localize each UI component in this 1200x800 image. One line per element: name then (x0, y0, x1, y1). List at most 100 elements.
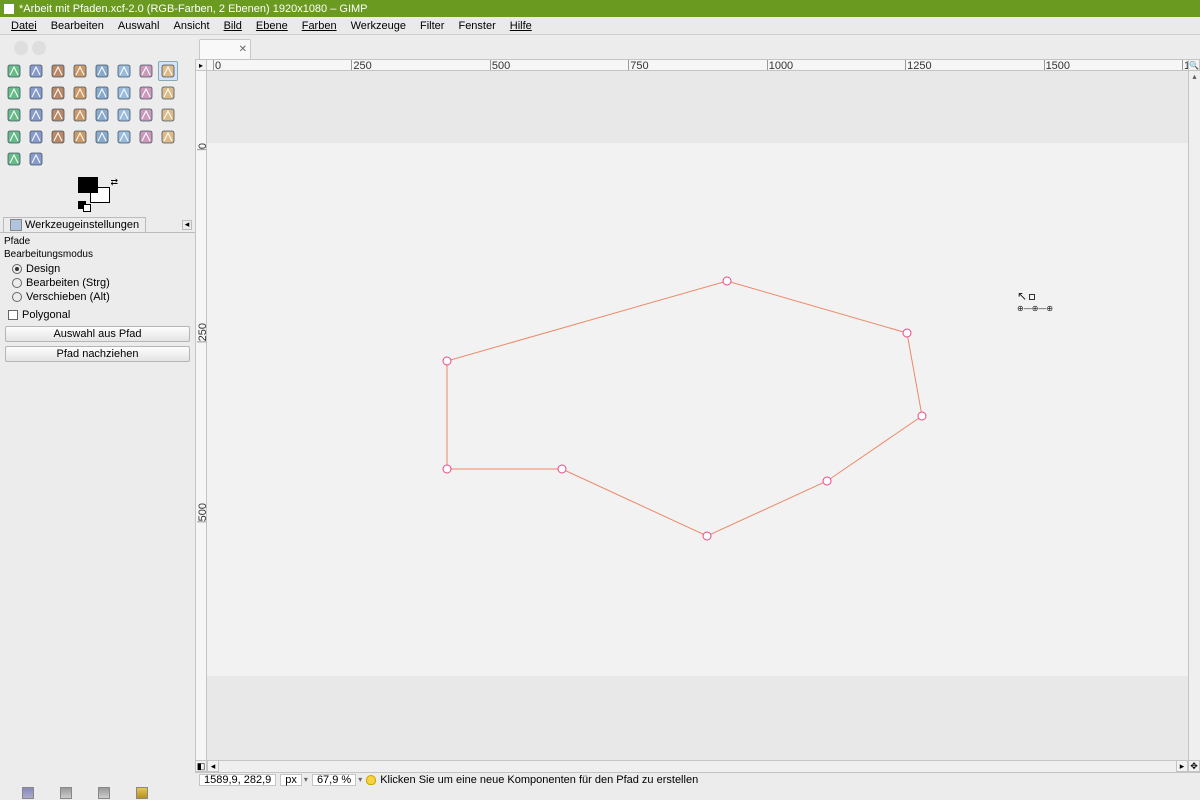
anchor-point[interactable] (903, 329, 911, 337)
ruler-vertical[interactable]: 0250500 (195, 71, 207, 760)
foreground-color[interactable] (78, 177, 98, 193)
tool-clone[interactable] (92, 127, 112, 147)
menu-bild[interactable]: Bild (217, 19, 249, 33)
swap-colors-icon[interactable]: ⇄ (110, 177, 118, 188)
tool-measure[interactable] (48, 83, 68, 103)
radio-icon (12, 278, 22, 288)
taskbar (0, 786, 1200, 800)
tool-fuzzy-select[interactable] (70, 61, 90, 81)
ruler-v-tick: 0 (197, 143, 207, 150)
dock-icon[interactable] (60, 787, 72, 799)
tool-text[interactable] (92, 105, 112, 125)
dock-menu-icon[interactable]: ◂ (182, 220, 192, 230)
tool-rotate[interactable] (136, 83, 156, 103)
quick-mask-icon[interactable]: ◧ (195, 760, 207, 772)
tool-bucket-fill[interactable] (114, 105, 134, 125)
ruler-origin[interactable]: ▸ (195, 59, 207, 71)
ruler-v-tick: 250 (197, 323, 207, 342)
tool-airbrush[interactable] (48, 127, 68, 147)
tool-perspective-clone[interactable] (136, 127, 156, 147)
tool-options-panel: Pfade Bearbeitungsmodus Design Bearbeite… (0, 232, 195, 369)
tool-flip[interactable] (48, 105, 68, 125)
menu-fenster[interactable]: Fenster (451, 19, 502, 33)
scroll-right-icon[interactable]: ▸ (1176, 760, 1188, 772)
tool-scale[interactable] (158, 83, 178, 103)
opts-mode-label: Bearbeitungsmodus (4, 249, 191, 260)
tool-perspective[interactable] (26, 105, 46, 125)
btn-selection-from-path[interactable]: Auswahl aus Pfad (5, 326, 190, 342)
zoom-fit-icon[interactable]: 🔍 (1188, 59, 1200, 71)
anchor-point[interactable] (918, 412, 926, 420)
opts-heading: Pfade (4, 236, 191, 247)
scrollbar-vertical[interactable]: ▴ (1188, 71, 1200, 760)
ruler-horizontal[interactable]: 02505007501000125015001750 (207, 59, 1188, 71)
tool-color-select[interactable] (92, 61, 112, 81)
dock-icon[interactable] (136, 787, 148, 799)
anchor-point[interactable] (558, 465, 566, 473)
tool-heal[interactable] (114, 127, 134, 147)
tool-pencil[interactable] (158, 105, 178, 125)
menu-ansicht[interactable]: Ansicht (166, 19, 216, 33)
tool-color-picker[interactable] (4, 83, 24, 103)
menu-auswahl[interactable]: Auswahl (111, 19, 167, 33)
tool-align[interactable] (92, 83, 112, 103)
anchor-point[interactable] (703, 532, 711, 540)
btn-stroke-path[interactable]: Pfad nachziehen (5, 346, 190, 362)
radio-edit[interactable]: Bearbeiten (Strg) (4, 276, 191, 290)
ruler-h-tick: 1250 (905, 60, 931, 70)
dock-icon[interactable] (22, 787, 34, 799)
menu-bearbeiten[interactable]: Bearbeiten (44, 19, 111, 33)
tool-dodge-burn[interactable] (26, 149, 46, 169)
tool-shear[interactable] (4, 105, 24, 125)
tool-paths[interactable] (158, 61, 178, 81)
tool-ink[interactable] (70, 127, 90, 147)
tool-free-select[interactable] (48, 61, 68, 81)
menu-farben[interactable]: Farben (295, 19, 344, 33)
radio-label: Bearbeiten (Strg) (26, 277, 110, 289)
tool-zoom[interactable] (26, 83, 46, 103)
menu-werkzeuge[interactable]: Werkzeuge (344, 19, 413, 33)
ruler-h-tick: 1500 (1044, 60, 1070, 70)
tool-paintbrush[interactable] (4, 127, 24, 147)
anchor-point[interactable] (443, 357, 451, 365)
radio-icon (12, 292, 22, 302)
viewport[interactable]: ↖ ⊕—⊕—⊕ (207, 71, 1188, 760)
scrollbar-horizontal[interactable] (219, 760, 1176, 772)
tool-move[interactable] (70, 83, 90, 103)
document-tabs: ✕ (195, 35, 1200, 59)
status-unit[interactable]: px (280, 774, 302, 786)
anchor-point[interactable] (443, 465, 451, 473)
dock-tab-tool-options[interactable]: Werkzeugeinstellungen (3, 217, 146, 232)
anchor-point[interactable] (723, 277, 731, 285)
check-polygonal[interactable]: Polygonal (4, 308, 191, 322)
menu-hilfe[interactable]: Hilfe (503, 19, 539, 33)
navigation-icon[interactable]: ✥ (1188, 760, 1200, 772)
color-swatch[interactable]: ⇄ (78, 177, 118, 209)
close-icon[interactable]: ✕ (239, 44, 247, 55)
tool-scissors[interactable] (114, 61, 134, 81)
document-tab[interactable]: ✕ (199, 39, 251, 59)
ruler-h-tick: 500 (490, 60, 510, 70)
tool-ellipse-select[interactable] (26, 61, 46, 81)
tool-crop[interactable] (114, 83, 134, 103)
scroll-up-icon[interactable]: ▴ (1189, 71, 1200, 82)
tool-options-icon (10, 219, 22, 231)
tool-cage[interactable] (70, 105, 90, 125)
tool-blur-sharpen[interactable] (158, 127, 178, 147)
scroll-left-icon[interactable]: ◂ (207, 760, 219, 772)
radio-move[interactable]: Verschieben (Alt) (4, 290, 191, 304)
menu-datei[interactable]: Datei (4, 19, 44, 33)
status-zoom[interactable]: 67,9 % (312, 774, 356, 786)
menu-ebene[interactable]: Ebene (249, 19, 295, 33)
tool-blend[interactable] (136, 105, 156, 125)
tool-smudge[interactable] (4, 149, 24, 169)
tool-foreground-select[interactable] (136, 61, 156, 81)
unit-dropdown-icon[interactable]: ▾ (304, 775, 308, 784)
anchor-point[interactable] (823, 477, 831, 485)
tool-eraser[interactable] (26, 127, 46, 147)
zoom-dropdown-icon[interactable]: ▾ (358, 775, 362, 784)
radio-label: Design (26, 263, 60, 275)
radio-design[interactable]: Design (4, 262, 191, 276)
tool-rect-select[interactable] (4, 61, 24, 81)
menu-filter[interactable]: Filter (413, 19, 451, 33)
